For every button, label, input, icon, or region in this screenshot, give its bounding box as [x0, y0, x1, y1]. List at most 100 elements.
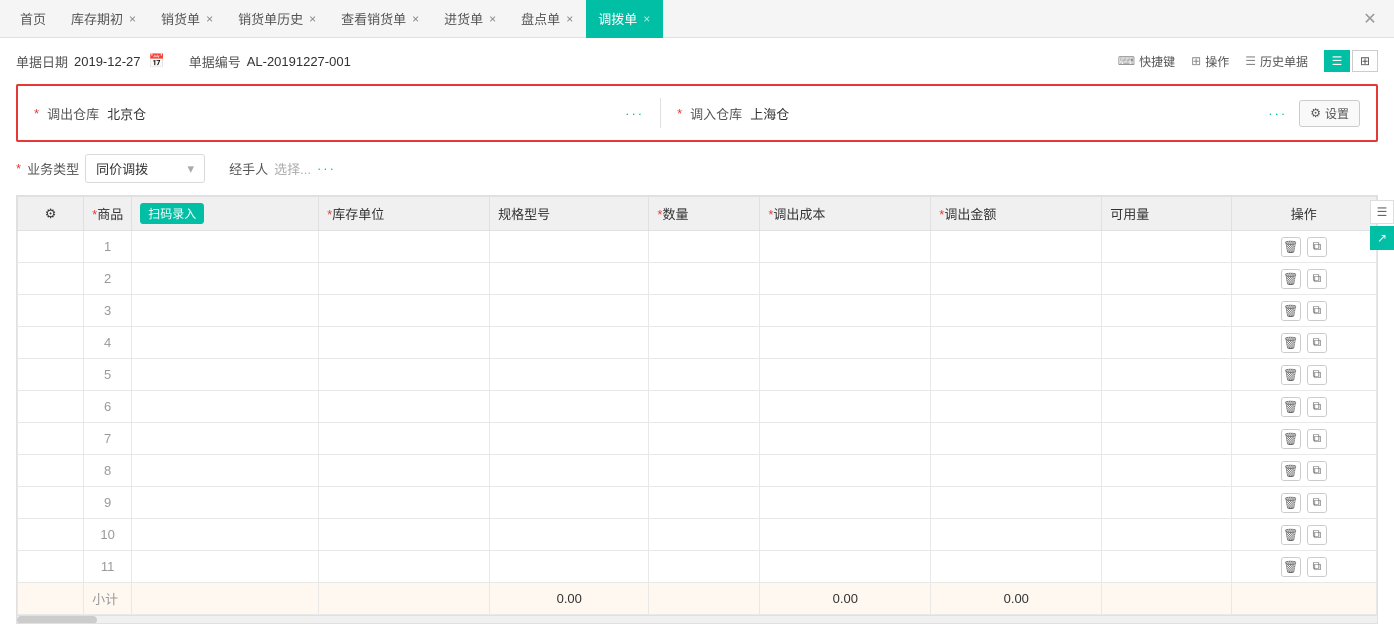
row-num: 2	[84, 263, 132, 295]
row-cost-cell	[760, 391, 931, 423]
copy-row-icon[interactable]: ⧉	[1307, 365, 1327, 385]
subtotal-qty-cell	[649, 551, 760, 583]
subtotal-qty-val	[649, 583, 760, 615]
gear-icon[interactable]: ⚙	[45, 206, 57, 221]
date-value: 2019-12-27	[74, 54, 141, 69]
person-more-btn[interactable]: ···	[317, 161, 336, 176]
float-expand-btn[interactable]: ↗	[1370, 226, 1394, 250]
row-qty-cell	[649, 487, 760, 519]
copy-row-icon[interactable]: ⧉	[1307, 269, 1327, 289]
row-available-cell	[1102, 231, 1231, 263]
table-row: 1 🗑 ⧉	[18, 231, 1377, 263]
person-placeholder[interactable]: 选择...	[274, 159, 311, 178]
row-amount-cell	[931, 455, 1102, 487]
delete-row-icon[interactable]: 🗑	[1281, 269, 1301, 289]
row-spec-cell	[490, 455, 649, 487]
delete-icon[interactable]: 🗑	[1281, 557, 1301, 577]
row-available-cell	[1102, 487, 1231, 519]
delete-row-icon[interactable]: 🗑	[1281, 525, 1301, 545]
in-warehouse-more-btn[interactable]: ···	[1268, 106, 1287, 121]
calendar-icon[interactable]: 📅	[149, 53, 165, 69]
tab-view-sales[interactable]: 查看销货单 ×	[329, 0, 432, 38]
col-op: 操作	[1231, 197, 1376, 231]
delete-row-icon[interactable]: 🗑	[1281, 461, 1301, 481]
out-warehouse-more-btn[interactable]: ···	[625, 106, 644, 121]
tab-close-stocktake[interactable]: ×	[566, 12, 573, 26]
warehouse-in-field: * 调入仓库 上海仓 ···	[677, 104, 1287, 123]
delete-row-icon[interactable]: 🗑	[1281, 365, 1301, 385]
tab-bar-close-btn[interactable]: ✕	[1354, 3, 1386, 35]
tab-stocktake[interactable]: 盘点单 ×	[509, 0, 586, 38]
layout-list-btn[interactable]: ☰	[1324, 50, 1350, 72]
history-btn[interactable]: ☰ 历史单据	[1245, 53, 1308, 70]
col-scan: 扫码录入	[132, 197, 319, 231]
tab-inventory-init[interactable]: 库存期初 ×	[59, 0, 149, 38]
delete-row-icon[interactable]: 🗑	[1281, 397, 1301, 417]
row-cost-cell	[760, 327, 931, 359]
copy-row-icon[interactable]: ⧉	[1307, 525, 1327, 545]
col-gear: ⚙	[18, 197, 84, 231]
subtotal-cost-cell	[760, 551, 931, 583]
row-cost-cell	[760, 423, 931, 455]
copy-icon[interactable]: ⧉	[1307, 557, 1327, 577]
row-amount-cell	[931, 487, 1102, 519]
row-qty-cell	[649, 327, 760, 359]
scan-btn[interactable]: 扫码录入	[140, 203, 204, 224]
row-unit-cell	[319, 327, 490, 359]
row-cost-cell	[760, 295, 931, 327]
biz-type-dropdown[interactable]: 同价调拨 ▾	[85, 154, 205, 183]
float-list-btn[interactable]: ☰	[1370, 200, 1394, 224]
warehouse-divider	[660, 98, 661, 128]
subtotal-spec-cell	[490, 551, 649, 583]
row-qty-cell	[649, 455, 760, 487]
tab-purchase[interactable]: 进货单 ×	[432, 0, 509, 38]
copy-row-icon[interactable]: ⧉	[1307, 301, 1327, 321]
copy-row-icon[interactable]: ⧉	[1307, 493, 1327, 513]
copy-row-icon[interactable]: ⧉	[1307, 461, 1327, 481]
row-qty-cell	[649, 359, 760, 391]
delete-row-icon[interactable]: 🗑	[1281, 429, 1301, 449]
row-unit-cell	[319, 455, 490, 487]
copy-row-icon[interactable]: ⧉	[1307, 237, 1327, 257]
row-scan-cell	[132, 295, 319, 327]
tab-close-sales-history[interactable]: ×	[309, 12, 316, 26]
operations-btn[interactable]: ⊞ 操作	[1191, 53, 1229, 70]
delete-row-icon[interactable]: 🗑	[1281, 237, 1301, 257]
row-available-cell	[1102, 391, 1231, 423]
tab-close-transfer[interactable]: ×	[643, 12, 650, 26]
copy-row-icon[interactable]: ⧉	[1307, 397, 1327, 417]
shortcuts-btn[interactable]: ⌨ 快捷键	[1118, 53, 1175, 70]
out-warehouse-value: 北京仓	[107, 104, 146, 123]
row-amount-cell	[931, 423, 1102, 455]
horizontal-scrollbar[interactable]	[17, 615, 1377, 623]
settings-btn[interactable]: ⚙ 设置	[1299, 100, 1360, 127]
tab-transfer[interactable]: 调拨单 ×	[586, 0, 663, 38]
row-available-cell	[1102, 519, 1231, 551]
tab-sales-history[interactable]: 销货单历史 ×	[226, 0, 329, 38]
row-amount-cell	[931, 231, 1102, 263]
tab-close-view-sales[interactable]: ×	[412, 12, 419, 26]
tab-sales-order[interactable]: 销货单 ×	[149, 0, 226, 38]
row-unit-cell	[319, 359, 490, 391]
row-spec-cell	[490, 423, 649, 455]
layout-grid-btn[interactable]: ⊞	[1352, 50, 1378, 72]
row-available-cell	[1102, 455, 1231, 487]
col-available: 可用量	[1102, 197, 1231, 231]
subtotal-row: 小计 0.00 0.00 0.00	[18, 583, 1377, 615]
tab-close-inventory-init[interactable]: ×	[129, 12, 136, 26]
row-unit-cell	[319, 423, 490, 455]
subtotal-available-cell	[1102, 551, 1231, 583]
delete-row-icon[interactable]: 🗑	[1281, 333, 1301, 353]
scrollbar-thumb[interactable]	[17, 616, 97, 624]
tab-close-purchase[interactable]: ×	[489, 12, 496, 26]
tab-home[interactable]: 首页	[8, 0, 59, 38]
copy-row-icon[interactable]: ⧉	[1307, 429, 1327, 449]
row-op-cell: 🗑 ⧉	[1231, 327, 1376, 359]
delete-row-icon[interactable]: 🗑	[1281, 301, 1301, 321]
copy-row-icon[interactable]: ⧉	[1307, 333, 1327, 353]
subtotal-num: 11	[84, 551, 132, 583]
tab-close-sales-order[interactable]: ×	[206, 12, 213, 26]
row-unit-cell	[319, 295, 490, 327]
row-amount-cell	[931, 519, 1102, 551]
delete-row-icon[interactable]: 🗑	[1281, 493, 1301, 513]
